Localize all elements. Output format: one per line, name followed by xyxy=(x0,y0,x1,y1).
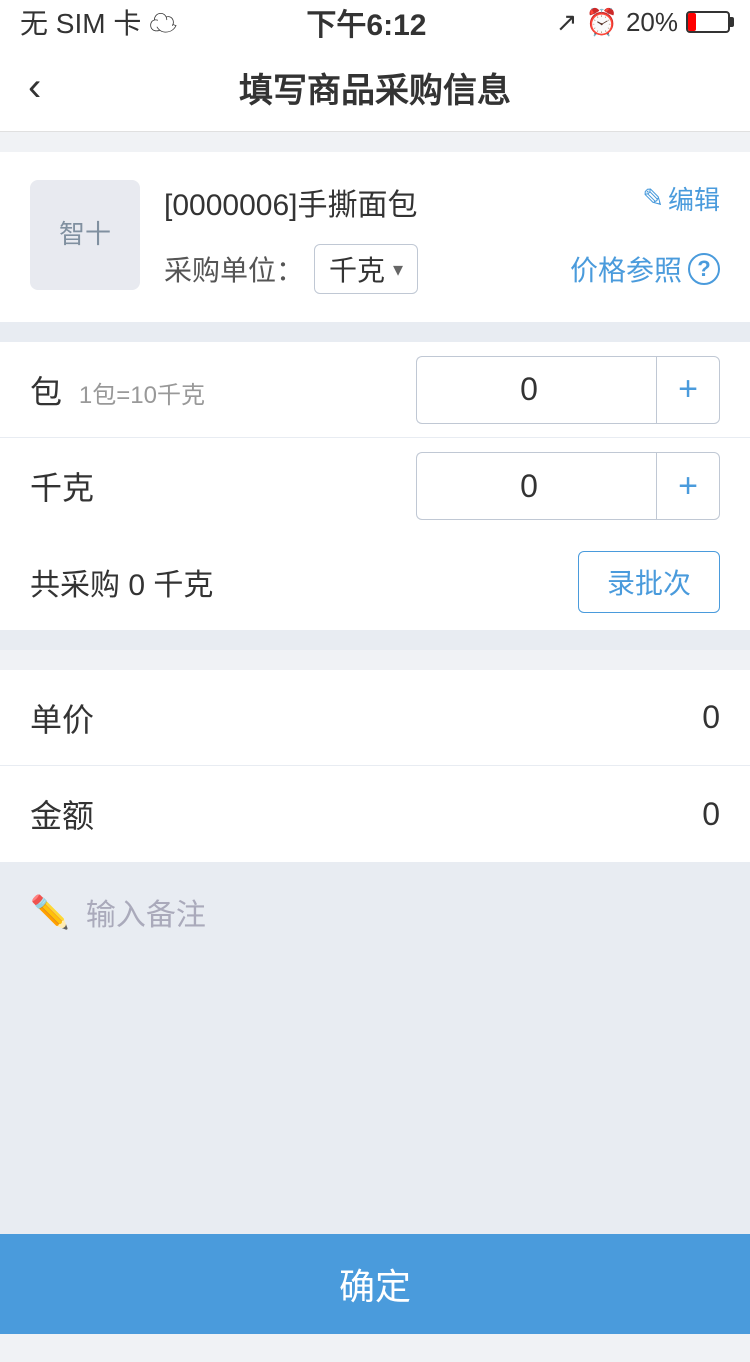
price-ref-label: 价格参照 xyxy=(570,249,682,289)
price-ref-info-icon: ? xyxy=(688,253,720,285)
unit-dropdown-icon: ▾ xyxy=(393,257,403,282)
record-batch-button[interactable]: 录批次 xyxy=(578,551,720,613)
kg-input[interactable] xyxy=(416,452,656,520)
bag-plus-button[interactable]: + xyxy=(656,356,720,424)
alarm-icon: ⏰ xyxy=(586,7,618,38)
summary-row: 共采购 0 千克 录批次 xyxy=(0,534,750,630)
unit-price-label: 单价 xyxy=(30,695,94,741)
bag-input-row: 包 1包=10千克 + xyxy=(0,342,750,438)
input-section: 包 1包=10千克 + 千克 + xyxy=(0,342,750,534)
confirm-button[interactable]: 确定 xyxy=(0,1234,750,1334)
nav-bar: ‹ 填写商品采购信息 xyxy=(0,44,750,132)
bag-sub-label: 1包=10千克 xyxy=(79,382,205,409)
product-image-text: 智十 xyxy=(59,218,111,252)
status-bar: 无 SIM 卡 ☁ 下午6:12 ↗ ⏰ 20% xyxy=(0,0,750,44)
unit-price-row: 单价 0 xyxy=(0,670,750,766)
amount-value: 0 xyxy=(702,796,720,833)
product-unit-row: 采购单位： 千克 ▾ 价格参照 ? xyxy=(164,244,720,294)
remark-placeholder: 输入备注 xyxy=(86,890,206,934)
edit-button[interactable]: ✎ 编辑 xyxy=(642,180,720,217)
pencil-icon: ✏️ xyxy=(30,893,70,931)
product-card: 智十 [0000006]手撕面包 ✎ 编辑 采购单位： 千克 ▾ xyxy=(0,152,750,322)
section-divider-2 xyxy=(0,630,750,650)
kg-plus-button[interactable]: + xyxy=(656,452,720,520)
bag-input-wrap: + xyxy=(416,356,720,424)
sim-label: 无 SIM 卡 ☁ xyxy=(20,2,177,42)
section-divider-1 xyxy=(0,322,750,342)
status-right: ↗ ⏰ 20% xyxy=(556,7,730,38)
unit-label: 采购单位： xyxy=(164,249,304,289)
product-image: 智十 xyxy=(30,180,140,290)
product-name: [0000006]手撕面包 xyxy=(164,180,642,224)
price-section: 单价 0 金额 0 xyxy=(0,670,750,862)
back-button[interactable]: ‹ xyxy=(28,65,41,110)
kg-label: 千克 xyxy=(30,463,416,509)
kg-input-row: 千克 + xyxy=(0,438,750,534)
edit-icon: ✎ xyxy=(642,183,664,214)
battery-icon xyxy=(686,11,730,33)
bag-label: 包 1包=10千克 xyxy=(30,367,416,413)
remark-section[interactable]: ✏️ 输入备注 xyxy=(0,862,750,962)
status-time: 下午6:12 xyxy=(306,0,426,44)
unit-value: 千克 xyxy=(329,249,385,289)
product-header: [0000006]手撕面包 ✎ 编辑 xyxy=(164,180,720,224)
amount-row: 金额 0 xyxy=(0,766,750,862)
page-title: 填写商品采购信息 xyxy=(239,63,511,112)
empty-space xyxy=(0,962,750,1262)
amount-label: 金额 xyxy=(30,791,94,837)
bag-input[interactable] xyxy=(416,356,656,424)
status-left: 无 SIM 卡 ☁ xyxy=(20,2,177,42)
location-icon: ↗ xyxy=(556,7,578,38)
battery-percent: 20% xyxy=(626,7,678,38)
summary-text: 共采购 0 千克 xyxy=(30,560,213,604)
kg-input-wrap: + xyxy=(416,452,720,520)
unit-select[interactable]: 千克 ▾ xyxy=(314,244,418,294)
unit-price-value: 0 xyxy=(702,699,720,736)
product-info: [0000006]手撕面包 ✎ 编辑 采购单位： 千克 ▾ 价格参照 ? xyxy=(164,180,720,294)
price-reference-button[interactable]: 价格参照 ? xyxy=(570,249,720,289)
